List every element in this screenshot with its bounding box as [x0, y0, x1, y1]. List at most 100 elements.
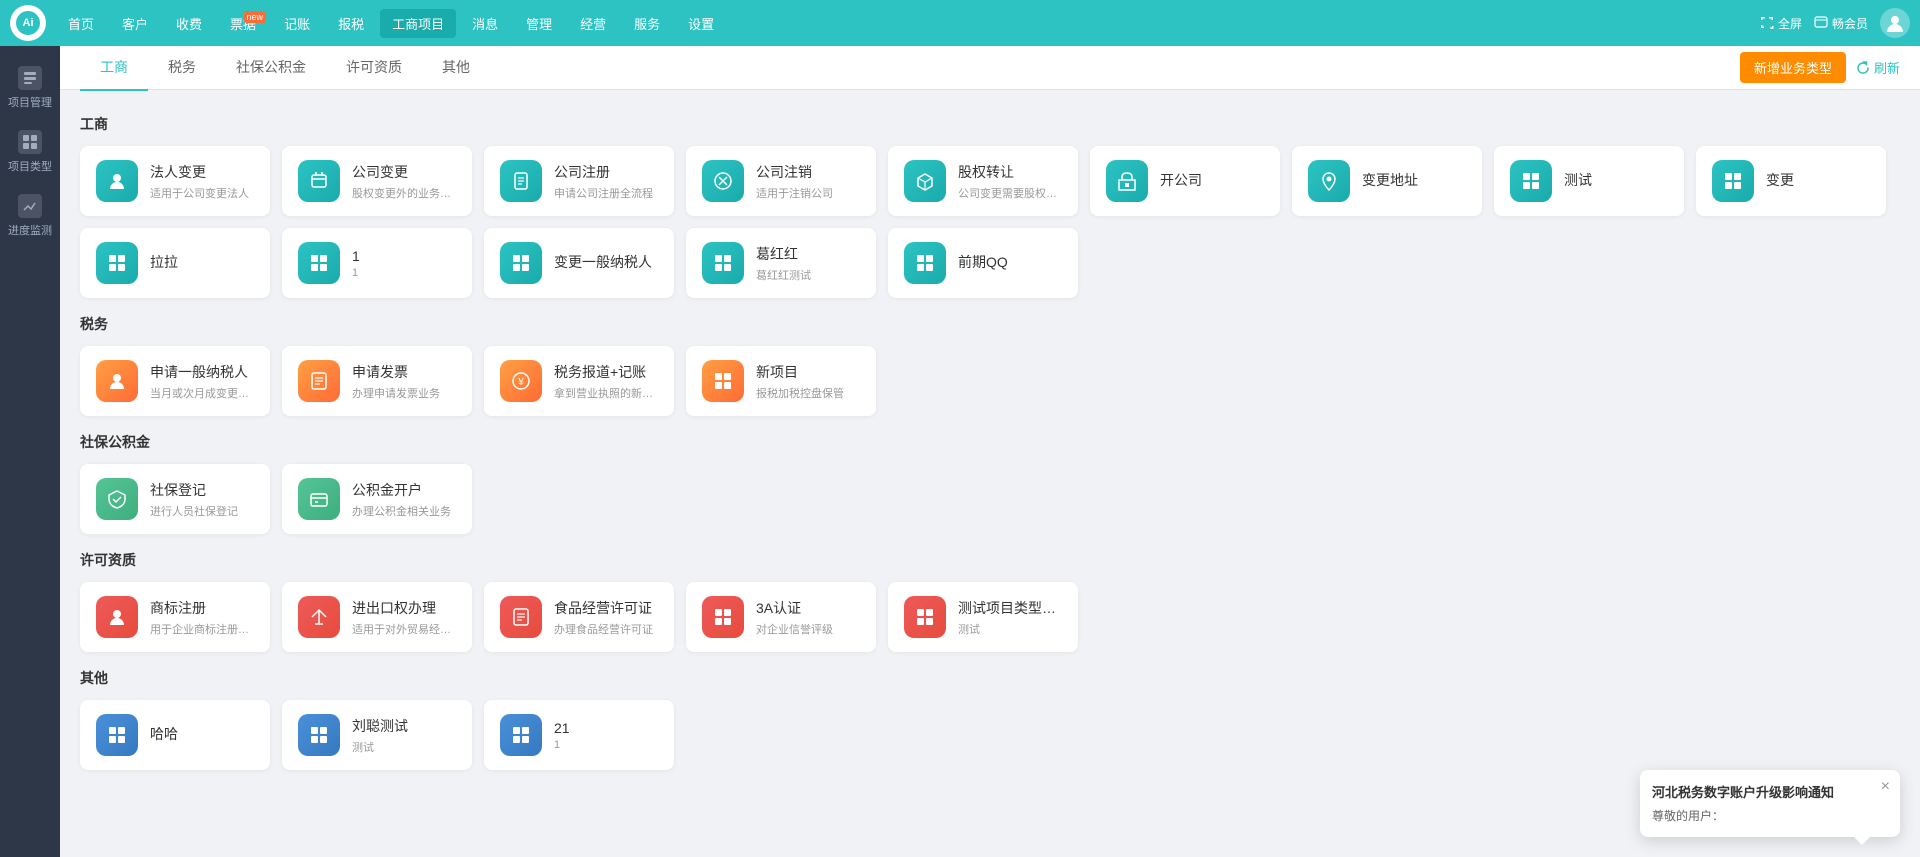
- card-icon-gsbian: [298, 160, 340, 202]
- card-name-sbdj: 社保登记: [150, 480, 254, 500]
- nav-customer[interactable]: 客户: [110, 9, 160, 38]
- fullscreen-icon: [1760, 16, 1774, 30]
- logo-icon: Ai: [16, 11, 40, 35]
- logo[interactable]: Ai: [10, 5, 46, 41]
- card-21[interactable]: 21 1: [484, 700, 674, 770]
- tab-gongshang[interactable]: 工商: [80, 45, 148, 91]
- card-lala[interactable]: 拉拉: [80, 228, 270, 298]
- card-fazren[interactable]: 法人变更 适用于公司变更法人: [80, 146, 270, 216]
- card-3a[interactable]: 3A认证 对企业信誉评级: [686, 582, 876, 652]
- card-bgnsrr[interactable]: 变更一般纳税人: [484, 228, 674, 298]
- card-icon-gszc: [500, 160, 542, 202]
- card-gjjkh[interactable]: 公积金开户 办理公积金相关业务: [282, 464, 472, 534]
- nav-fee[interactable]: 收费: [164, 9, 214, 38]
- card-gehh[interactable]: 葛红红 葛红红测试: [686, 228, 876, 298]
- refresh-icon: [1856, 61, 1870, 75]
- card-sqfp[interactable]: 申请发票 办理申请发票业务: [282, 346, 472, 416]
- card-desc-3a: 对企业信誉评级: [756, 621, 860, 637]
- card-swbd[interactable]: ¥ 税务报道+记账 拿到营业执照的新公司: [484, 346, 674, 416]
- sidebar-item-progress[interactable]: 进度监测: [0, 184, 60, 248]
- card-name-ceshi1: 测试: [1564, 170, 1668, 190]
- card-xmxiang[interactable]: 新项目 报税加税控盘保管: [686, 346, 876, 416]
- card-name-sqybnsrr: 申请一般纳税人: [150, 362, 254, 382]
- card-name-21: 21: [554, 720, 658, 736]
- tab-shebao[interactable]: 社保公积金: [216, 45, 326, 91]
- card-desc-sqybnsrr: 当月或次月成变更完成: [150, 385, 254, 401]
- card-liuccs[interactable]: 刘聪测试 测试: [282, 700, 472, 770]
- card-one[interactable]: 1 1: [282, 228, 472, 298]
- fullscreen-button[interactable]: 全屏: [1760, 15, 1802, 32]
- nav-business[interactable]: 工商项目: [380, 9, 456, 38]
- card-name-biangeng: 变更: [1766, 170, 1870, 190]
- refresh-button[interactable]: 刷新: [1856, 58, 1900, 77]
- notification-arrow: [1854, 837, 1870, 845]
- card-gszc[interactable]: 公司注册 申请公司注册全流程: [484, 146, 674, 216]
- nav-service[interactable]: 服务: [622, 9, 672, 38]
- card-icon-qqq: [904, 242, 946, 284]
- card-kaigs[interactable]: 开公司: [1090, 146, 1280, 216]
- card-desc-gsbian: 股权变更外的业务变更: [352, 185, 456, 201]
- sidebar-item-project-manage[interactable]: 项目管理: [0, 56, 60, 120]
- tab-xuke[interactable]: 许可资质: [326, 45, 422, 91]
- card-jckq[interactable]: 进出口权办理 适用于对外贸易经营者: [282, 582, 472, 652]
- card-cslxdingyi[interactable]: 测试项目类型目定义 测试: [888, 582, 1078, 652]
- card-name-kaigs: 开公司: [1160, 170, 1264, 190]
- tab-shuiwu[interactable]: 税务: [148, 45, 216, 91]
- card-icon-bgdz: [1308, 160, 1350, 202]
- card-name-liuccs: 刘聪测试: [352, 716, 456, 736]
- nav-items: 首页 客户 收费 票据 new 记账 报税 工商项目 消息 管理 经营 服务 设…: [56, 9, 1760, 38]
- card-sbdj[interactable]: 社保登记 进行人员社保登记: [80, 464, 270, 534]
- card-gszx[interactable]: 公司注销 适用于注销公司: [686, 146, 876, 216]
- card-qqq[interactable]: 前期QQ: [888, 228, 1078, 298]
- card-icon-jckq: [298, 596, 340, 638]
- card-gqzr[interactable]: 股权转让 公司变更需要股权转让: [888, 146, 1078, 216]
- card-ceshi1[interactable]: 测试: [1494, 146, 1684, 216]
- cards-grid-gongshang: 法人变更 适用于公司变更法人 公司变更 股权变更外的业务变更 公司注册: [80, 146, 1900, 298]
- card-name-cslxdingyi: 测试项目类型目定义: [958, 598, 1062, 618]
- nav-manage[interactable]: 管理: [514, 9, 564, 38]
- card-spjy[interactable]: 食品经营许可证 办理食品经营许可证: [484, 582, 674, 652]
- card-name-qqq: 前期QQ: [958, 252, 1062, 272]
- card-name-haha: 哈哈: [150, 724, 254, 744]
- project-type-icon: [18, 130, 42, 154]
- nav-message[interactable]: 消息: [460, 9, 510, 38]
- card-biangeng[interactable]: 变更: [1696, 146, 1886, 216]
- sidebar-item-project-type[interactable]: 项目类型: [0, 120, 60, 184]
- notification-close-button[interactable]: ×: [1881, 778, 1890, 796]
- nav-ticket[interactable]: 票据 new: [218, 9, 268, 38]
- cards-grid-other: 哈哈 刘聪测试 测试 21 1: [80, 700, 1900, 770]
- nav-home[interactable]: 首页: [56, 9, 106, 38]
- card-icon-fazren: [96, 160, 138, 202]
- tab-other[interactable]: 其他: [422, 45, 490, 91]
- card-haha[interactable]: 哈哈: [80, 700, 270, 770]
- notification-body: 尊敬的用户：: [1652, 807, 1888, 825]
- card-desc-swbd: 拿到营业执照的新公司: [554, 385, 658, 401]
- card-desc-gszc: 申请公司注册全流程: [554, 185, 658, 201]
- nav-tax[interactable]: 报税: [326, 9, 376, 38]
- nav-operation[interactable]: 经营: [568, 9, 618, 38]
- new-type-button[interactable]: 新增业务类型: [1740, 52, 1846, 83]
- member-button[interactable]: 畅会员: [1814, 15, 1868, 32]
- card-sqybnsrr[interactable]: 申请一般纳税人 当月或次月成变更完成: [80, 346, 270, 416]
- card-desc-xmxiang: 报税加税控盘保管: [756, 385, 860, 401]
- card-sbzc[interactable]: 商标注册 用于企业商标注册服务: [80, 582, 270, 652]
- card-desc-spjy: 办理食品经营许可证: [554, 621, 658, 637]
- card-name-lala: 拉拉: [150, 252, 254, 272]
- refresh-label: 刷新: [1874, 58, 1900, 77]
- tabs-bar: 工商 税务 社保公积金 许可资质 其他 新增业务类型 刷新: [60, 46, 1920, 90]
- user-avatar[interactable]: [1880, 8, 1910, 38]
- nav-right: 全屏 畅会员: [1760, 8, 1910, 38]
- card-icon-21: [500, 714, 542, 756]
- card-icon-haha: [96, 714, 138, 756]
- nav-bookkeeping[interactable]: 记账: [272, 9, 322, 38]
- notification-popup: × 河北税务数字账户升级影响通知 尊敬的用户：: [1640, 770, 1900, 837]
- card-icon-lala: [96, 242, 138, 284]
- card-desc-cslxdingyi: 测试: [958, 621, 1062, 637]
- nav-settings[interactable]: 设置: [676, 9, 726, 38]
- card-desc-sbzc: 用于企业商标注册服务: [150, 621, 254, 637]
- card-icon-cslxdingyi: [904, 596, 946, 638]
- card-gsbian[interactable]: 公司变更 股权变更外的业务变更: [282, 146, 472, 216]
- card-bgdz[interactable]: 变更地址: [1292, 146, 1482, 216]
- cards-grid-xuke: 商标注册 用于企业商标注册服务 进出口权办理 适用于对外贸易经营者 食品经营: [80, 582, 1900, 652]
- sidebar-label-project-type: 项目类型: [8, 158, 52, 174]
